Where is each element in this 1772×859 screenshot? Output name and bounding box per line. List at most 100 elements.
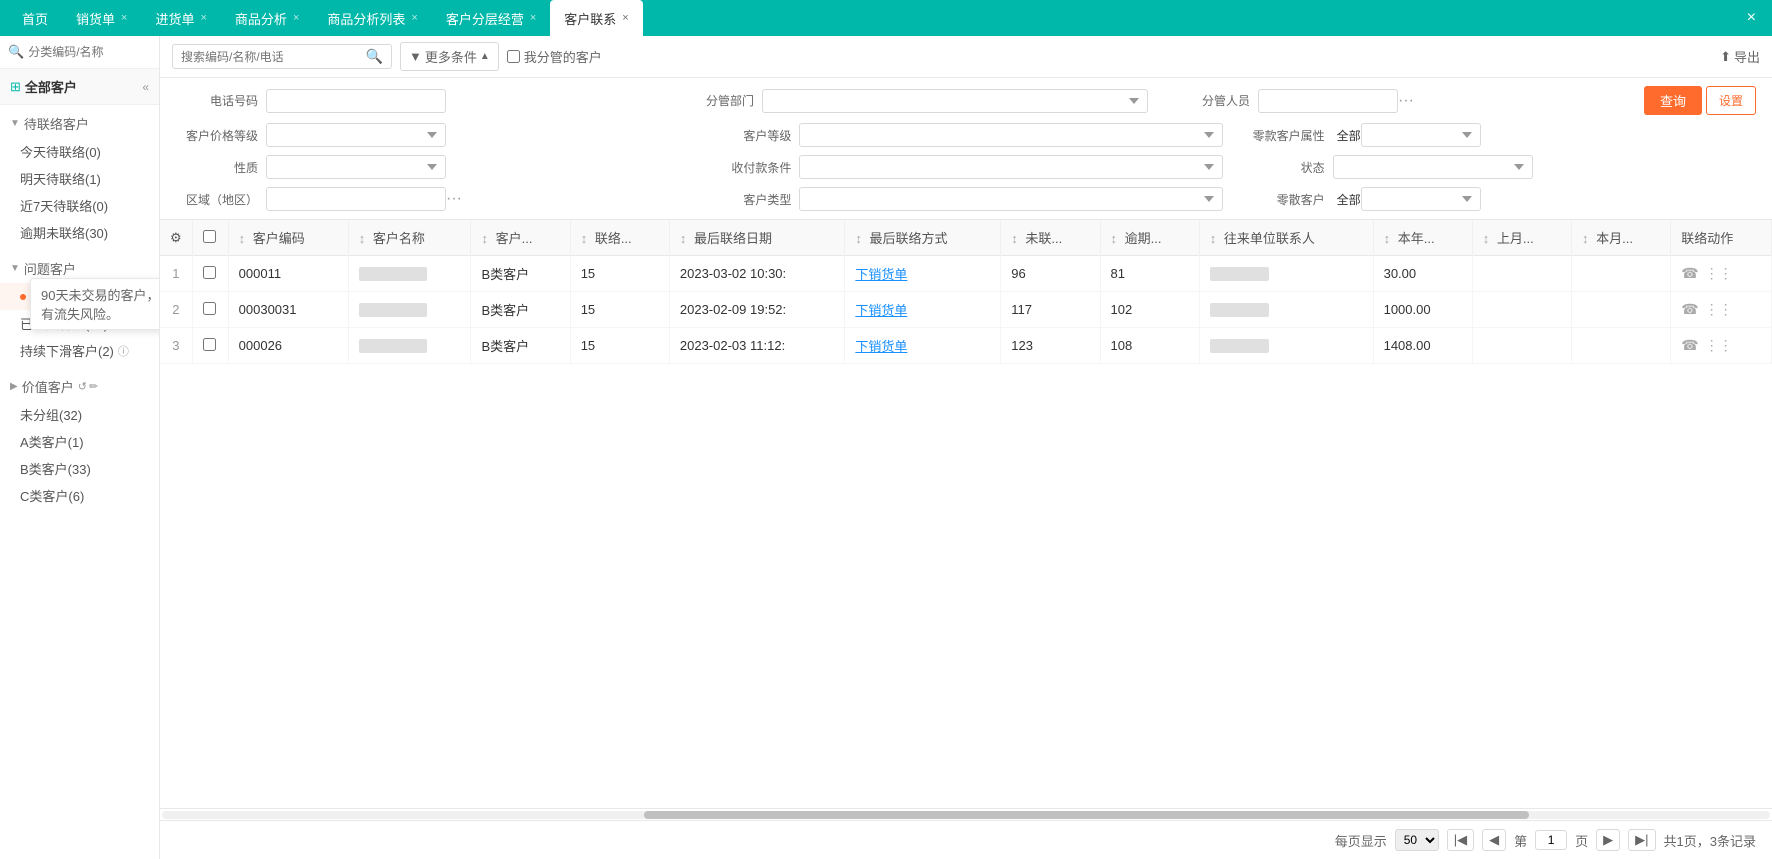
region-input[interactable]	[266, 187, 446, 211]
row-checkbox-input[interactable]	[203, 302, 216, 315]
filter-zero-customer: 零散客户 全部	[1243, 187, 1756, 211]
page-number-input[interactable]	[1535, 830, 1567, 850]
nav-tab-sales[interactable]: 销货单 ×	[62, 0, 141, 36]
this-year-amount: 1408.00	[1373, 328, 1472, 364]
page-prev-button[interactable]: ◀	[1482, 829, 1506, 851]
th-unit-contact[interactable]: ↕ 往来单位联系人	[1199, 220, 1373, 256]
refresh-icon[interactable]: ↺	[78, 380, 87, 393]
select-all-checkbox[interactable]	[203, 230, 216, 243]
close-icon[interactable]: ×	[200, 12, 206, 24]
row-checkbox-input[interactable]	[203, 266, 216, 279]
row-checkbox[interactable]	[192, 256, 228, 292]
th-name[interactable]: ↕ 客户名称	[348, 220, 471, 256]
th-settings[interactable]: ⚙	[160, 220, 192, 256]
th-last-month[interactable]: ↕ 上月...	[1472, 220, 1571, 256]
more-actions-icon[interactable]: ⋮⋮	[1705, 265, 1733, 282]
settings-button[interactable]: 设置	[1706, 86, 1756, 115]
contact-icon[interactable]: ☎	[1681, 301, 1698, 318]
edit-icon[interactable]: ✏	[89, 380, 98, 393]
sort-icon: ↕	[359, 231, 366, 246]
settings-icon[interactable]: ⚙	[170, 230, 182, 245]
contact-icon[interactable]: ☎	[1681, 265, 1698, 282]
page-size-select[interactable]: 50	[1395, 829, 1439, 851]
department-select[interactable]	[762, 89, 1148, 113]
nav-tab-analysis[interactable]: 商品分析 ×	[221, 0, 313, 36]
sidebar-search-input[interactable]	[28, 45, 151, 59]
search-button[interactable]: 🔍	[366, 48, 383, 65]
row-checkbox[interactable]	[192, 292, 228, 328]
close-icon[interactable]: ×	[121, 12, 127, 24]
th-uncontacted[interactable]: ↕ 未联...	[1001, 220, 1100, 256]
sidebar-item-class-c[interactable]: C类客户(6)	[0, 482, 159, 509]
sidebar-item-tomorrow[interactable]: 明天待联络(1)	[0, 165, 159, 192]
contact-icon[interactable]: ☎	[1681, 337, 1698, 354]
sidebar-item-declining[interactable]: 持续下滑客户(2) ⓘ	[0, 337, 159, 364]
search-input[interactable]	[181, 50, 366, 64]
sidebar-item-class-a[interactable]: A类客户(1)	[0, 428, 159, 455]
row-checkbox[interactable]	[192, 328, 228, 364]
sidebar-group-pending-title[interactable]: ▼ 待联络客户	[0, 109, 159, 138]
overdue-days: 81	[1100, 256, 1199, 292]
nature-select[interactable]	[266, 155, 446, 179]
price-level-select[interactable]	[266, 123, 446, 147]
export-button[interactable]: ⬆ 导出	[1720, 47, 1760, 66]
last-method[interactable]: 下销货单	[845, 292, 1001, 328]
chevron-down-icon: ▲	[480, 51, 490, 62]
nav-tab-home[interactable]: 首页	[8, 0, 62, 36]
more-conditions-button[interactable]: ▼ 更多条件 ▲	[400, 42, 499, 71]
close-icon[interactable]: ×	[411, 12, 417, 24]
th-contact-count[interactable]: ↕ 联络...	[570, 220, 669, 256]
customer-type-select[interactable]	[799, 187, 1222, 211]
status-select[interactable]	[1333, 155, 1533, 179]
nav-tab-customer-contact[interactable]: 客户联系 ×	[550, 0, 642, 36]
page-next-button[interactable]: ▶	[1596, 829, 1620, 851]
horizontal-scrollbar[interactable]	[160, 808, 1772, 820]
sidebar-item-ungrouped[interactable]: 未分组(32)	[0, 401, 159, 428]
close-all-button[interactable]: ×	[1739, 9, 1764, 27]
th-last-method[interactable]: ↕ 最后联络方式	[845, 220, 1001, 256]
dots-icon[interactable]: ···	[1398, 92, 1414, 110]
close-icon[interactable]: ×	[530, 12, 536, 24]
customer-type: B类客户	[471, 256, 570, 292]
th-type[interactable]: ↕ 客户...	[471, 220, 570, 256]
sidebar-item-class-b[interactable]: B类客户(33)	[0, 455, 159, 482]
last-method[interactable]: 下销货单	[845, 256, 1001, 292]
close-icon[interactable]: ×	[293, 12, 299, 24]
close-icon[interactable]: ×	[622, 12, 628, 24]
sidebar-item-7days[interactable]: 近7天待联络(0)	[0, 192, 159, 219]
sidebar-group-value-title[interactable]: ▶ 价值客户 ↺ ✏	[0, 372, 159, 401]
th-this-month[interactable]: ↕ 本月...	[1572, 220, 1671, 256]
my-customers-checkbox[interactable]	[507, 50, 520, 63]
phone-input[interactable]	[266, 89, 446, 113]
th-this-year[interactable]: ↕ 本年...	[1373, 220, 1472, 256]
payment-select[interactable]	[799, 155, 1222, 179]
scroll-track[interactable]	[162, 811, 1770, 819]
page-first-button[interactable]: |◀	[1447, 829, 1474, 851]
sidebar-item-overdue[interactable]: 逾期未联络(30)	[0, 219, 159, 246]
more-actions-icon[interactable]: ⋮⋮	[1705, 301, 1733, 318]
collapse-icon[interactable]: «	[142, 80, 149, 94]
th-last-date[interactable]: ↕ 最后联络日期	[669, 220, 844, 256]
sidebar-item-today[interactable]: 今天待联络(0)	[0, 138, 159, 165]
last-method[interactable]: 下销货单	[845, 328, 1001, 364]
th-checkbox[interactable]	[192, 220, 228, 256]
row-checkbox-input[interactable]	[203, 338, 216, 351]
more-actions-icon[interactable]: ⋮⋮	[1705, 337, 1733, 354]
page-last-button[interactable]: ▶|	[1628, 829, 1655, 851]
nav-tab-analysis-list[interactable]: 商品分析列表 ×	[313, 0, 431, 36]
th-overdue[interactable]: ↕ 逾期...	[1100, 220, 1199, 256]
nav-tab-customer-layer[interactable]: 客户分层经营 ×	[432, 0, 550, 36]
nav-tab-purchase[interactable]: 进货单 ×	[141, 0, 220, 36]
query-button[interactable]: 查询	[1644, 86, 1702, 115]
my-customers-checkbox-wrap[interactable]: 我分管的客户	[507, 47, 602, 66]
scroll-thumb[interactable]	[644, 811, 1528, 819]
customer-type: B类客户	[471, 328, 570, 364]
action-cell: ☎ ⋮⋮	[1671, 256, 1772, 292]
zero-attr-select[interactable]	[1361, 123, 1481, 147]
sort-icon: ↕	[1011, 231, 1018, 246]
th-code[interactable]: ↕ 客户编码	[228, 220, 348, 256]
person-input[interactable]	[1258, 89, 1398, 113]
region-dots-icon[interactable]: ···	[446, 190, 462, 208]
customer-level-select[interactable]	[799, 123, 1222, 147]
zero-customer-select[interactable]	[1361, 187, 1481, 211]
